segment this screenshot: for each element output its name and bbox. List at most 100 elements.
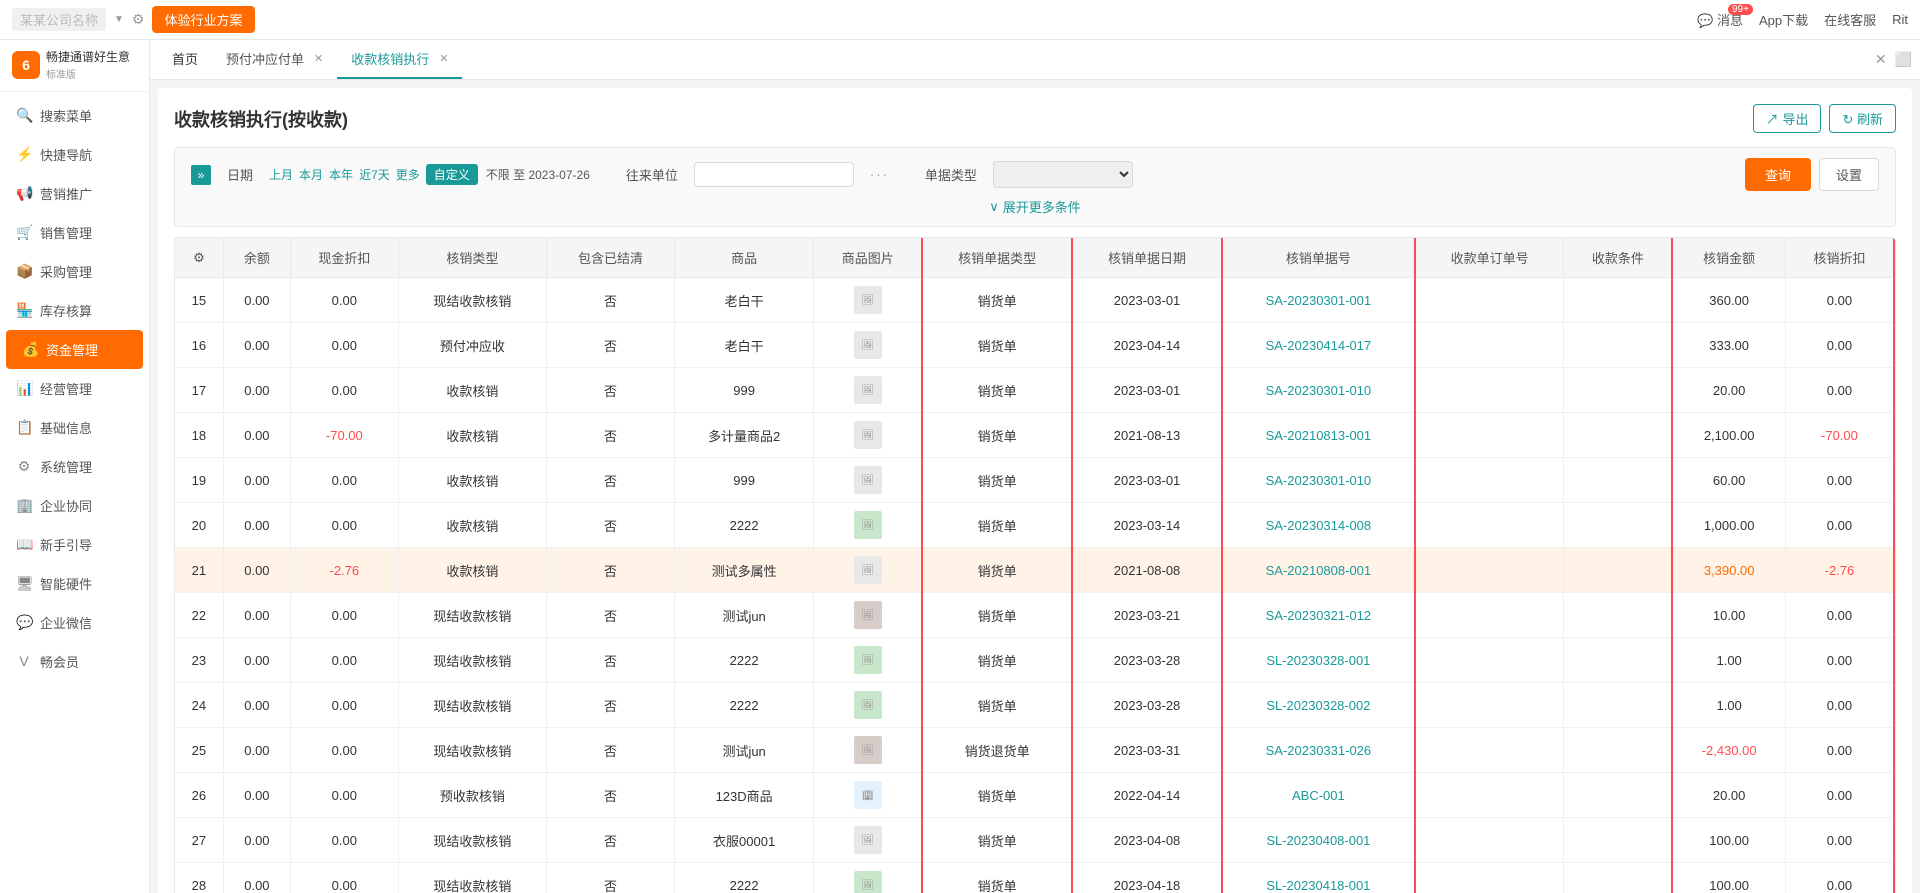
cell-bill-no[interactable]: SL-20230328-001 [1222,638,1415,683]
cell-order-no [1415,413,1564,458]
tab-close-icon[interactable]: ✕ [1875,51,1887,68]
tab-prepay-close[interactable]: ✕ [314,52,323,65]
sidebar-item-search[interactable]: 🔍搜索菜单 [0,96,149,135]
tab-maximize-icon[interactable]: ⬜ [1895,51,1912,68]
cell-bill-no[interactable]: SA-20230414-017 [1222,323,1415,368]
sidebar-icon-sales: 🛒 [16,224,32,241]
cell-balance: 0.00 [223,728,290,773]
bill-no-link[interactable]: SA-20230331-026 [1266,743,1372,758]
date-this-month[interactable]: 本月 [299,166,323,183]
sidebar-item-sales[interactable]: 🛒销售管理 [0,213,149,252]
top-bar: 某某公司名称 ▼ ⚙ 体验行业方案 💬 消息 99+ App下载 在线客服 Ri… [0,0,1920,40]
cell-bill-no[interactable]: SL-20230418-001 [1222,863,1415,893]
sidebar-item-inventory[interactable]: 🏪库存核算 [0,291,149,330]
date-filter-group: 上月 本月 本年 近7天 更多 自定义 [269,164,478,185]
bill-no-link[interactable]: SA-20230314-008 [1266,518,1372,533]
cell-bill-no[interactable]: SA-20230301-010 [1222,458,1415,503]
bill-no-link[interactable]: SA-20230301-001 [1266,293,1372,308]
cell-goods: 测试jun [674,593,813,638]
cell-order-no [1415,458,1564,503]
bill-no-link[interactable]: SA-20210813-001 [1266,428,1372,443]
cell-goods-img: 🖼 [814,683,923,728]
cell-bill-no[interactable]: SA-20230331-026 [1222,728,1415,773]
sidebar-item-quick[interactable]: ⚡快捷导航 [0,135,149,174]
industry-solution-button[interactable]: 体验行业方案 [152,6,254,33]
sidebar-icon-guide: 📖 [16,536,32,553]
bill-no-link[interactable]: SL-20230418-001 [1266,878,1370,893]
bill-no-link[interactable]: SL-20230328-002 [1266,698,1370,713]
cell-include-cleared: 否 [546,368,674,413]
filter-expand-button[interactable]: » [191,165,211,185]
sidebar-label-member: 畅会员 [40,652,79,671]
cell-verify-amount: 1.00 [1672,638,1785,683]
cell-verify-type: 现结收款核销 [398,638,546,683]
cell-goods: 多计量商品2 [674,413,813,458]
sidebar-item-purchase[interactable]: 📦采购管理 [0,252,149,291]
tab-home[interactable]: 首页 [158,41,212,79]
expand-more-button[interactable]: ∨ 展开更多条件 [989,197,1081,216]
sidebar-item-hardware[interactable]: 🖥智能硬件 [0,564,149,603]
bill-no-link[interactable]: SA-20210808-001 [1266,563,1372,578]
cell-verify-amount: 20.00 [1672,368,1785,413]
cell-bill-no[interactable]: ABC-001 [1222,773,1415,818]
chevron-down-icon[interactable]: ▼ [114,14,124,25]
th-cash-discount: 现金折扣 [290,238,398,278]
cell-bill-type: 销货单 [922,368,1072,413]
cell-bill-no[interactable]: SA-20230314-008 [1222,503,1415,548]
cell-bill-no[interactable]: SL-20230408-001 [1222,818,1415,863]
sidebar-item-wechat[interactable]: 💬企业微信 [0,603,149,642]
table-row: 20 0.00 0.00 收款核销 否 2222 🖼 销货单 2023-03-1… [175,503,1894,548]
cell-bill-no[interactable]: SL-20230328-002 [1222,683,1415,728]
date-this-year[interactable]: 本年 [329,166,353,183]
cell-bill-no[interactable]: SA-20230301-001 [1222,278,1415,323]
bill-no-link[interactable]: SA-20230321-012 [1266,608,1372,623]
bill-no-link[interactable]: SA-20230414-017 [1266,338,1372,353]
settings-button[interactable]: 设置 [1819,158,1879,191]
cell-include-cleared: 否 [546,548,674,593]
sidebar-label-purchase: 采购管理 [40,262,92,281]
date-last-month[interactable]: 上月 [269,166,293,183]
source-input[interactable] [694,162,854,187]
date-custom-button[interactable]: 自定义 [426,164,478,185]
th-bill-no: 核销单据号 [1222,238,1415,278]
search-button[interactable]: 查询 [1745,158,1811,191]
cell-bill-no[interactable]: SA-20230321-012 [1222,593,1415,638]
date-last-7days[interactable]: 近7天 [359,166,390,183]
type-select[interactable] [993,161,1133,188]
cell-goods-img: 🖼 [814,728,923,773]
bill-no-link[interactable]: SL-20230408-001 [1266,833,1370,848]
sidebar-item-marketing[interactable]: 📢营销推广 [0,174,149,213]
bill-no-link[interactable]: SA-20230301-010 [1266,473,1372,488]
cell-cash-discount: 0.00 [290,278,398,323]
cell-order-no [1415,548,1564,593]
th-gear[interactable]: ⚙ [175,238,223,278]
sidebar-item-system[interactable]: ⚙系统管理 [0,447,149,486]
tab-collect[interactable]: 收款核销执行 ✕ [337,41,462,79]
table-header-row: ⚙ 余额 现金折扣 核销类型 包含已结清 商品 商品图片 核销单据类型 核销单据… [175,238,1894,278]
bill-no-link[interactable]: ABC-001 [1292,788,1345,803]
cell-goods-img: 🖼 [814,323,923,368]
export-button[interactable]: ↗ 导出 [1753,104,1822,133]
bill-no-link[interactable]: SA-20230301-010 [1266,383,1372,398]
sidebar-item-guide[interactable]: 📖新手引导 [0,525,149,564]
date-more[interactable]: 更多 [396,166,420,183]
message-icon[interactable]: 💬 消息 99+ [1697,10,1743,29]
cell-balance: 0.00 [223,548,290,593]
tab-prepay[interactable]: 预付冲应付单 ✕ [212,41,337,79]
refresh-button[interactable]: ↻ 刷新 [1829,104,1896,133]
app-download-link[interactable]: App下载 [1759,10,1808,29]
tab-collect-close[interactable]: ✕ [439,52,448,65]
online-service-link[interactable]: 在线客服 [1824,10,1876,29]
bill-no-link[interactable]: SL-20230328-001 [1266,653,1370,668]
sidebar-item-enterprise[interactable]: 🏢企业协同 [0,486,149,525]
sidebar-item-member[interactable]: V畅会员 [0,642,149,681]
gear-icon[interactable]: ⚙ [132,11,145,28]
user-name[interactable]: Rit [1892,12,1908,27]
sidebar-item-basic[interactable]: 📋基础信息 [0,408,149,447]
cell-bill-no[interactable]: SA-20230301-010 [1222,368,1415,413]
cell-bill-no[interactable]: SA-20210813-001 [1222,413,1415,458]
sidebar-item-operation[interactable]: 📊经营管理 [0,369,149,408]
cell-goods-img: 🖼 [814,863,923,893]
sidebar-item-finance[interactable]: 💰资金管理 [6,330,143,369]
cell-bill-no[interactable]: SA-20210808-001 [1222,548,1415,593]
